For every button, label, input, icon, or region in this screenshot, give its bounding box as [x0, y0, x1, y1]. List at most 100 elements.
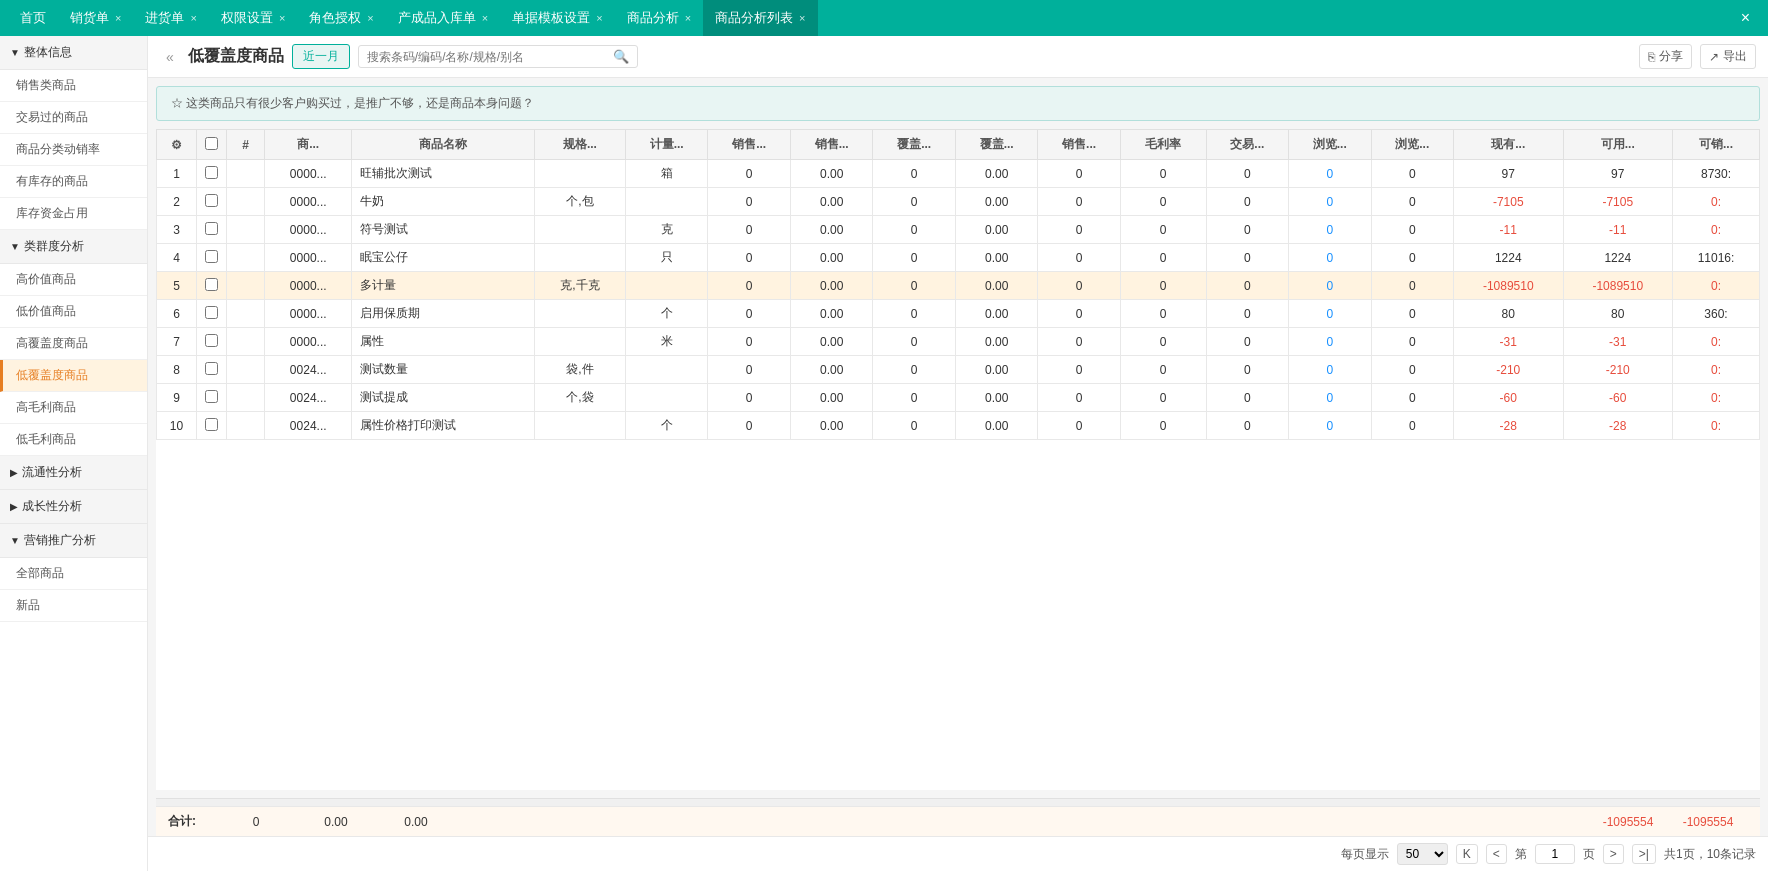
nav-analysis-list[interactable]: 商品分析列表 × — [703, 0, 817, 36]
page-next-last[interactable]: >| — [1632, 844, 1656, 864]
sidebar-item-high-coverage[interactable]: 高覆盖度商品 — [0, 328, 147, 360]
row-checkbox-9[interactable] — [205, 418, 218, 431]
nav-product-in[interactable]: 产成品入库单 × — [386, 0, 500, 36]
row-checkbox-0[interactable] — [205, 166, 218, 179]
nav-role[interactable]: 角色授权 × — [297, 0, 385, 36]
cell-unit: 只 — [625, 244, 707, 272]
sidebar-section-liquidity[interactable]: ▶ 流通性分析 — [0, 456, 147, 490]
close-permission-icon[interactable]: × — [279, 12, 285, 24]
share-button[interactable]: ⎘ 分享 — [1639, 44, 1692, 69]
horizontal-scrollbar[interactable] — [156, 798, 1760, 806]
close-template-icon[interactable]: × — [596, 12, 602, 24]
nav-permission[interactable]: 权限设置 × — [209, 0, 297, 36]
arrow-class-icon: ▼ — [10, 241, 20, 252]
table-container[interactable]: ⚙ # 商... 商品名称 规格... 计量... 销售... 销售... 覆盖… — [156, 129, 1760, 790]
nav-purchase[interactable]: 进货单 × — [133, 0, 208, 36]
sidebar-item-low-coverage[interactable]: 低覆盖度商品 — [0, 360, 147, 392]
browse-link[interactable]: 0 — [1326, 223, 1333, 237]
nav-sales[interactable]: 销货单 × — [58, 0, 133, 36]
browse-link[interactable]: 0 — [1326, 419, 1333, 433]
settings-icon[interactable]: ⚙ — [171, 138, 182, 152]
collapse-sidebar-button[interactable]: « — [160, 47, 180, 67]
sidebar-item-sales-goods[interactable]: 销售类商品 — [0, 70, 147, 102]
cell-name: 属性价格打印测试 — [352, 412, 535, 440]
browse-link[interactable]: 0 — [1326, 167, 1333, 181]
browse-link[interactable]: 0 — [1326, 279, 1333, 293]
sidebar-section-marketing[interactable]: ▼ 营销推广分析 — [0, 524, 147, 558]
main-layout: ▼ 整体信息 销售类商品 交易过的商品 商品分类动销率 有库存的商品 库存资金占… — [0, 36, 1768, 871]
sidebar-item-traded-goods[interactable]: 交易过的商品 — [0, 102, 147, 134]
cell-unit: 克 — [625, 216, 707, 244]
cell-cover2: 0.00 — [955, 412, 1037, 440]
th-available: 可用... — [1563, 130, 1673, 160]
page-of-label: 页 — [1583, 846, 1595, 863]
per-page-select[interactable]: 50 20 100 — [1397, 843, 1448, 865]
browse-link[interactable]: 0 — [1326, 251, 1333, 265]
th-code: 商... — [265, 130, 352, 160]
sidebar-item-new-goods[interactable]: 新品 — [0, 590, 147, 622]
sidebar-item-low-value[interactable]: 低价值商品 — [0, 296, 147, 328]
cell-cover2: 0.00 — [955, 188, 1037, 216]
cell-margin: 0 — [1120, 272, 1206, 300]
cell-spec — [534, 244, 625, 272]
window-close-button[interactable]: × — [1731, 9, 1760, 27]
cell-browse2: 0 — [1371, 188, 1453, 216]
table-row: 1 0000... 旺辅批次测试 箱 0 0.00 0 0.00 0 0 0 0… — [157, 160, 1760, 188]
cell-code: 0024... — [265, 384, 352, 412]
sidebar-item-all-goods[interactable]: 全部商品 — [0, 558, 147, 590]
sidebar-item-stock-funds[interactable]: 库存资金占用 — [0, 198, 147, 230]
nav-template[interactable]: 单据模板设置 × — [500, 0, 614, 36]
sidebar-item-high-margin[interactable]: 高毛利商品 — [0, 392, 147, 424]
row-checkbox-4[interactable] — [205, 278, 218, 291]
row-checkbox-8[interactable] — [205, 390, 218, 403]
row-checkbox-3[interactable] — [205, 250, 218, 263]
browse-link[interactable]: 0 — [1326, 335, 1333, 349]
search-input[interactable] — [367, 50, 613, 64]
close-role-icon[interactable]: × — [367, 12, 373, 24]
page-number-input[interactable] — [1535, 844, 1575, 864]
sidebar-section-overall[interactable]: ▼ 整体信息 — [0, 36, 147, 70]
th-browse2: 浏览... — [1371, 130, 1453, 160]
th-sales1: 销售... — [708, 130, 790, 160]
cell-cover1: 0 — [873, 412, 955, 440]
browse-link[interactable]: 0 — [1326, 307, 1333, 321]
content-area: « 低覆盖度商品 近一月 🔍 ⎘ 分享 ↗ 导出 ☆ 这类商品只有很少客户购买过… — [148, 36, 1768, 871]
row-checkbox-5[interactable] — [205, 306, 218, 319]
cell-browse2: 0 — [1371, 300, 1453, 328]
nav-analysis[interactable]: 商品分析 × — [615, 0, 703, 36]
page-prev-first[interactable]: K — [1456, 844, 1478, 864]
search-box: 🔍 — [358, 45, 638, 68]
th-margin: 毛利率 — [1120, 130, 1206, 160]
cell-check — [197, 412, 227, 440]
close-sales-icon[interactable]: × — [115, 12, 121, 24]
sidebar-item-category-rate[interactable]: 商品分类动销率 — [0, 134, 147, 166]
sidebar-item-in-stock[interactable]: 有库存的商品 — [0, 166, 147, 198]
sidebar-section-class-analysis[interactable]: ▼ 类群度分析 — [0, 230, 147, 264]
cell-sellable: 0: — [1673, 272, 1760, 300]
page-next[interactable]: > — [1603, 844, 1624, 864]
close-analysis-icon[interactable]: × — [685, 12, 691, 24]
page-prev[interactable]: < — [1486, 844, 1507, 864]
export-button[interactable]: ↗ 导出 — [1700, 44, 1756, 69]
row-checkbox-7[interactable] — [205, 362, 218, 375]
filter-recent-month-button[interactable]: 近一月 — [292, 44, 350, 69]
select-all-checkbox[interactable] — [205, 137, 218, 150]
close-analysis-list-icon[interactable]: × — [799, 12, 805, 24]
sidebar-item-low-margin[interactable]: 低毛利商品 — [0, 424, 147, 456]
close-purchase-icon[interactable]: × — [190, 12, 196, 24]
sidebar-section-growth[interactable]: ▶ 成长性分析 — [0, 490, 147, 524]
cell-num: 4 — [157, 244, 197, 272]
cell-check — [197, 188, 227, 216]
row-checkbox-1[interactable] — [205, 194, 218, 207]
row-checkbox-6[interactable] — [205, 334, 218, 347]
close-product-in-icon[interactable]: × — [482, 12, 488, 24]
row-checkbox-2[interactable] — [205, 222, 218, 235]
cell-browse1: 0 — [1289, 160, 1371, 188]
browse-link[interactable]: 0 — [1326, 391, 1333, 405]
nav-home[interactable]: 首页 — [8, 0, 58, 36]
sidebar-item-high-value[interactable]: 高价值商品 — [0, 264, 147, 296]
th-settings[interactable]: ⚙ — [157, 130, 197, 160]
browse-link[interactable]: 0 — [1326, 363, 1333, 377]
browse-link[interactable]: 0 — [1326, 195, 1333, 209]
search-icon[interactable]: 🔍 — [613, 49, 629, 64]
